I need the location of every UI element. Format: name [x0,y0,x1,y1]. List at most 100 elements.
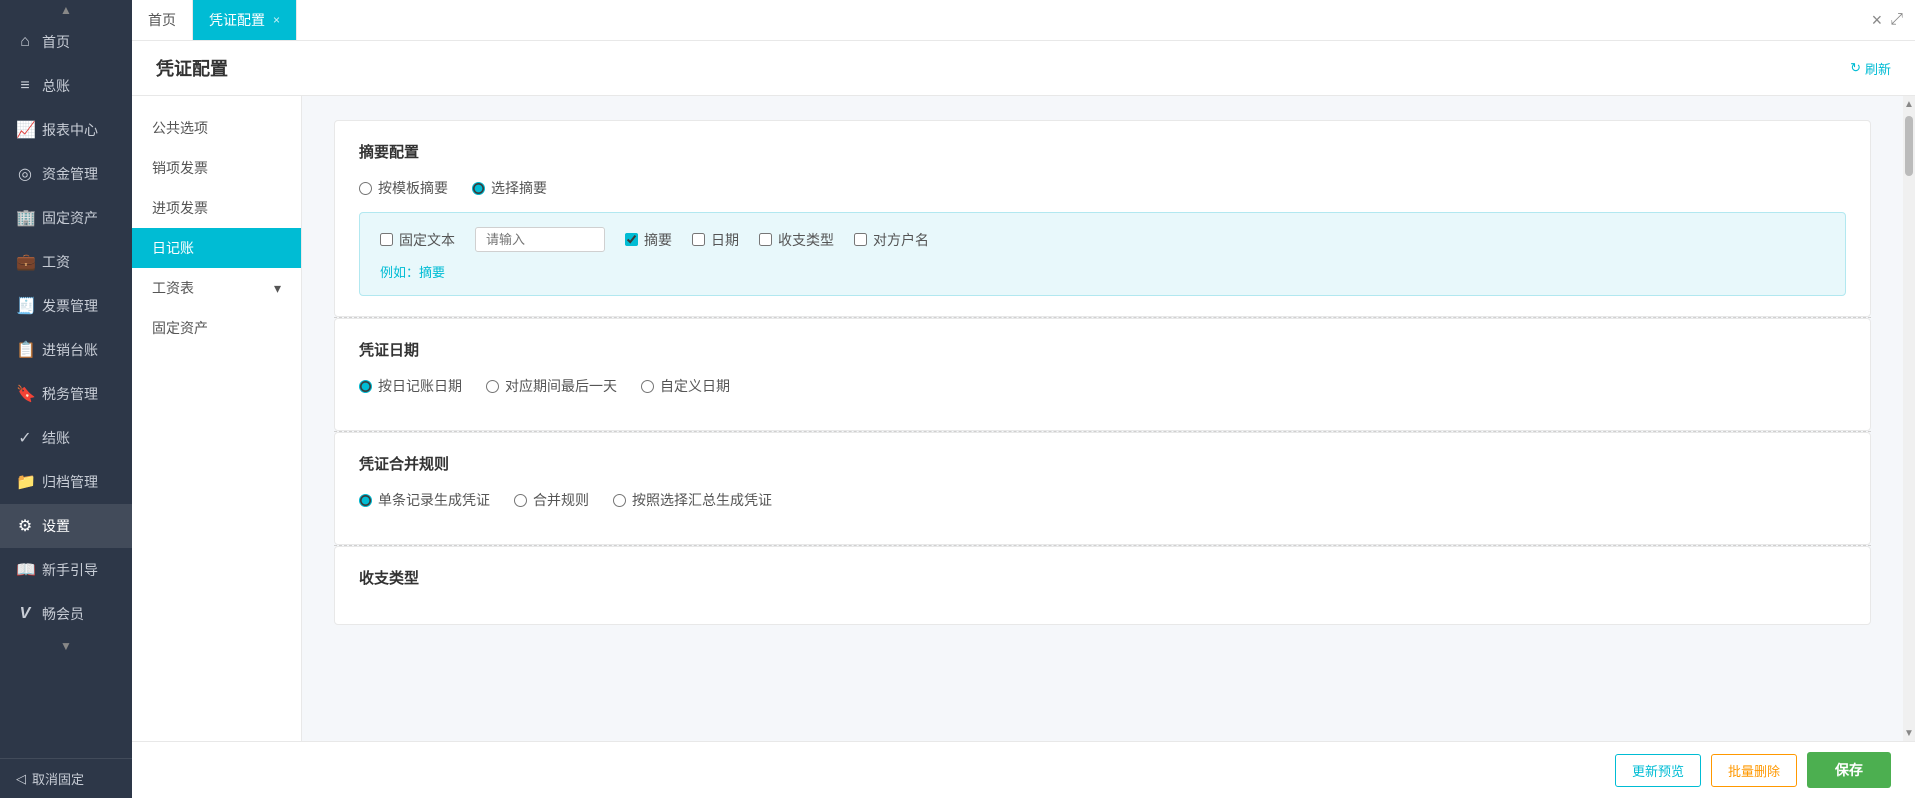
checkbox-date-input[interactable] [692,233,705,246]
left-nav-payroll-label: 工资表 [152,278,194,298]
sidebar-item-label: 税务管理 [42,384,98,404]
batch-delete-button[interactable]: 批量删除 [1711,754,1797,787]
sidebar-item-reports[interactable]: 📈 报表中心 [0,108,132,152]
sidebar-item-invoice-mgmt[interactable]: 🧾 发票管理 [0,284,132,328]
left-nav-public-label: 公共选项 [152,118,208,138]
voucher-date-radio3[interactable]: 自定义日期 [641,376,730,396]
voucher-date-radio2[interactable]: 对应期间最后一天 [486,376,617,396]
sidebar-item-label: 资金管理 [42,164,98,184]
merge-rules-radio-group: 单条记录生成凭证 合并规则 按照选择汇总生成凭证 [359,490,1846,510]
left-nav-public[interactable]: 公共选项 [132,108,301,148]
left-nav-fixed-asset-label: 固定资产 [152,318,208,338]
sidebar-item-label: 结账 [42,428,70,448]
sidebar-item-label: 新手引导 [42,560,98,580]
archive-icon: 📁 [16,472,34,492]
left-nav-journal[interactable]: 日记账 [132,228,301,268]
sidebar-item-member[interactable]: V 畅会员 [0,592,132,636]
voucher-date-title: 凭证日期 [359,339,1846,360]
update-preview-button[interactable]: 更新预览 [1615,754,1701,787]
merge-rules-radio2-input[interactable] [514,494,527,507]
merge-rules-radio1[interactable]: 单条记录生成凭证 [359,490,490,510]
tabs-bar: 首页 凭证配置 × × ⤢ [132,0,1915,41]
checkbox-income-type-input[interactable] [759,233,772,246]
scroll-thumb[interactable] [1905,116,1913,176]
sidebar-item-salary[interactable]: 💼 工资 [0,240,132,284]
voucher-date-radio2-label: 对应期间最后一天 [505,376,617,396]
voucher-date-radio1-input[interactable] [359,380,372,393]
merge-rules-radio1-input[interactable] [359,494,372,507]
summary-radio-select[interactable]: 选择摘要 [472,178,547,198]
sidebar: ▲ ⌂ 首页 ≡ 总账 📈 报表中心 ◎ 资金管理 🏢 固定资产 💼 工资 🧾 … [0,0,132,798]
sidebar-item-label: 首页 [42,32,70,52]
refresh-button[interactable]: ↻ 刷新 [1850,59,1891,78]
fixed-assets-icon: 🏢 [16,208,34,228]
sidebar-scroll-up[interactable]: ▲ [0,0,132,20]
voucher-date-radio1[interactable]: 按日记账日期 [359,376,462,396]
summary-title: 摘要配置 [359,141,1846,162]
sidebar-item-settings[interactable]: ⚙ 设置 [0,504,132,548]
voucher-date-section: 凭证日期 按日记账日期 对应期间最后一天 [334,318,1871,431]
checkbox-summary-input[interactable] [625,233,638,246]
checkbox-summary[interactable]: 摘要 [625,230,672,250]
merge-rules-radio2[interactable]: 合并规则 [514,490,589,510]
sidebar-scroll-down[interactable]: ▼ [0,636,132,656]
window-resize-icon[interactable]: ⤢ [1890,11,1903,29]
left-nav-payroll[interactable]: 工资表 ▾ [132,268,301,308]
merge-rules-radio3-input[interactable] [613,494,626,507]
sidebar-item-funds[interactable]: ◎ 资金管理 [0,152,132,196]
sidebar-item-archive[interactable]: 📁 归档管理 [0,460,132,504]
scroll-up-arrow[interactable]: ▲ [1903,96,1915,112]
checkbox-date-label: 日期 [711,230,739,250]
sidebar-item-settlement[interactable]: ✓ 结账 [0,416,132,460]
tab-close-icon[interactable]: × [273,13,280,27]
merge-rules-radio3-label: 按照选择汇总生成凭证 [632,490,772,510]
summary-radio-template-input[interactable] [359,182,372,195]
left-nav-journal-label: 日记账 [152,238,194,258]
scroll-down-arrow[interactable]: ▼ [1903,725,1915,741]
income-type-title: 收支类型 [359,567,1846,588]
checkbox-fixed-text-input[interactable] [380,233,393,246]
settings-icon: ⚙ [16,516,34,536]
checkbox-income-type[interactable]: 收支类型 [759,230,834,250]
checkbox-income-type-label: 收支类型 [778,230,834,250]
outer-scrollbar[interactable]: ▲ ▼ [1903,96,1915,741]
summary-radio-select-label: 选择摘要 [491,178,547,198]
summary-radio-select-input[interactable] [472,182,485,195]
tab-voucher-config[interactable]: 凭证配置 × [193,0,297,40]
left-nav-sales-invoice-label: 销项发票 [152,158,208,178]
window-close-icon[interactable]: × [1872,10,1883,31]
sidebar-unpin-button[interactable]: ◁ 取消固定 [0,758,132,798]
funds-icon: ◎ [16,164,34,184]
checkbox-counterpart[interactable]: 对方户名 [854,230,929,250]
main-area: 首页 凭证配置 × × ⤢ 凭证配置 ↻ 刷新 公共选项 [132,0,1915,798]
summary-radio-group: 按模板摘要 选择摘要 [359,178,1846,198]
settlement-icon: ✓ [16,428,34,448]
summary-radio-template[interactable]: 按模板摘要 [359,178,448,198]
sidebar-item-home[interactable]: ⌂ 首页 [0,20,132,64]
left-nav-sales-invoice[interactable]: 销项发票 [132,148,301,188]
voucher-date-radio2-input[interactable] [486,380,499,393]
left-nav-purchase-invoice[interactable]: 进项发票 [132,188,301,228]
checkbox-fixed-text[interactable]: 固定文本 [380,230,455,250]
merge-rules-radio3[interactable]: 按照选择汇总生成凭证 [613,490,772,510]
left-nav-fixed-asset[interactable]: 固定资产 [132,308,301,348]
sidebar-item-purchase-sales[interactable]: 📋 进销台账 [0,328,132,372]
sidebar-item-label: 总账 [42,76,70,96]
checkbox-date[interactable]: 日期 [692,230,739,250]
sidebar-item-ledger[interactable]: ≡ 总账 [0,64,132,108]
summary-options: 固定文本 摘要 日期 [380,227,1825,252]
chevron-down-icon: ▾ [274,280,281,297]
left-nav-purchase-invoice-label: 进项发票 [152,198,208,218]
home-icon: ⌂ [16,33,34,51]
sidebar-item-tax-mgmt[interactable]: 🔖 税务管理 [0,372,132,416]
save-button[interactable]: 保存 [1807,752,1891,788]
voucher-date-radio3-input[interactable] [641,380,654,393]
sidebar-item-fixed-assets[interactable]: 🏢 固定资产 [0,196,132,240]
checkbox-counterpart-input[interactable] [854,233,867,246]
sidebar-item-guide[interactable]: 📖 新手引导 [0,548,132,592]
voucher-date-radio1-label: 按日记账日期 [378,376,462,396]
tab-home[interactable]: 首页 [132,0,193,40]
refresh-icon: ↻ [1850,60,1861,76]
example-value: 摘要 [419,265,445,280]
fixed-text-input[interactable] [475,227,605,252]
